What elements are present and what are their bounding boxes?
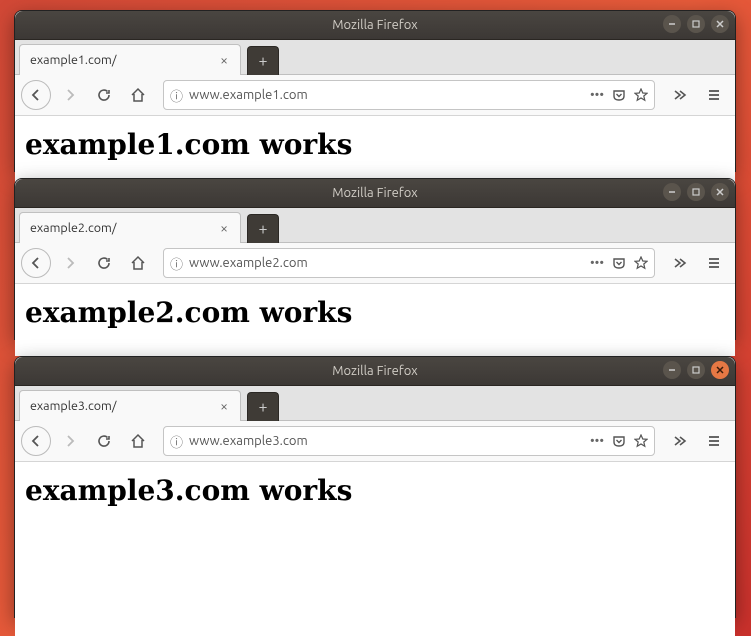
back-button[interactable] bbox=[21, 80, 51, 110]
minimize-button[interactable] bbox=[663, 361, 681, 379]
window-controls bbox=[663, 183, 729, 201]
url-text: www.example1.com bbox=[189, 88, 584, 102]
tab[interactable]: example1.com/ × bbox=[19, 44, 241, 75]
site-info-icon[interactable]: ⓘ bbox=[170, 86, 183, 105]
tab-close-icon[interactable]: × bbox=[218, 220, 230, 236]
bookmark-star-icon[interactable] bbox=[634, 434, 648, 448]
window-title: Mozilla Firefox bbox=[332, 364, 418, 378]
bookmark-star-icon[interactable] bbox=[634, 256, 648, 270]
titlebar[interactable]: Mozilla Firefox bbox=[15, 11, 735, 40]
browser-window: Mozilla Firefox example1.com/ × + ⓘ www.… bbox=[14, 10, 736, 172]
titlebar[interactable]: Mozilla Firefox bbox=[15, 357, 735, 386]
page-actions-icon[interactable]: ••• bbox=[590, 256, 604, 270]
url-text: www.example3.com bbox=[189, 434, 584, 448]
tab-close-icon[interactable]: × bbox=[218, 398, 230, 414]
page-content: example2.com works bbox=[15, 284, 735, 356]
overflow-button[interactable] bbox=[665, 80, 695, 110]
reload-button[interactable] bbox=[89, 80, 119, 110]
site-info-icon[interactable]: ⓘ bbox=[170, 432, 183, 451]
pocket-icon[interactable] bbox=[612, 256, 626, 270]
toolbar: ⓘ www.example3.com ••• bbox=[15, 421, 735, 462]
page-heading: example3.com works bbox=[25, 474, 725, 507]
overflow-button[interactable] bbox=[665, 426, 695, 456]
maximize-button[interactable] bbox=[687, 361, 705, 379]
minimize-button[interactable] bbox=[663, 183, 681, 201]
bookmark-star-icon[interactable] bbox=[634, 88, 648, 102]
new-tab-button[interactable]: + bbox=[247, 46, 279, 75]
home-button[interactable] bbox=[123, 248, 153, 278]
maximize-button[interactable] bbox=[687, 183, 705, 201]
url-text: www.example2.com bbox=[189, 256, 584, 270]
window-title: Mozilla Firefox bbox=[332, 18, 418, 32]
tab-title: example1.com/ bbox=[30, 53, 116, 67]
page-actions-icon[interactable]: ••• bbox=[590, 434, 604, 448]
back-button[interactable] bbox=[21, 426, 51, 456]
back-button[interactable] bbox=[21, 248, 51, 278]
home-button[interactable] bbox=[123, 426, 153, 456]
minimize-button[interactable] bbox=[663, 15, 681, 33]
url-bar[interactable]: ⓘ www.example2.com ••• bbox=[163, 248, 655, 278]
menu-button[interactable] bbox=[699, 80, 729, 110]
reload-button[interactable] bbox=[89, 248, 119, 278]
new-tab-button[interactable]: + bbox=[247, 392, 279, 421]
tab[interactable]: example2.com/ × bbox=[19, 212, 241, 243]
tab-title: example3.com/ bbox=[30, 399, 116, 413]
browser-window: Mozilla Firefox example2.com/ × + ⓘ www.… bbox=[14, 178, 736, 340]
page-actions-icon[interactable]: ••• bbox=[590, 88, 604, 102]
window-controls bbox=[663, 15, 729, 33]
overflow-button[interactable] bbox=[665, 248, 695, 278]
toolbar: ⓘ www.example2.com ••• bbox=[15, 243, 735, 284]
close-button[interactable] bbox=[711, 15, 729, 33]
url-bar[interactable]: ⓘ www.example1.com ••• bbox=[163, 80, 655, 110]
reload-button[interactable] bbox=[89, 426, 119, 456]
tab-strip: example2.com/ × + bbox=[15, 208, 735, 243]
page-heading: example2.com works bbox=[25, 296, 725, 329]
tab-strip: example1.com/ × + bbox=[15, 40, 735, 75]
pocket-icon[interactable] bbox=[612, 434, 626, 448]
site-info-icon[interactable]: ⓘ bbox=[170, 254, 183, 273]
close-button[interactable] bbox=[711, 183, 729, 201]
new-tab-button[interactable]: + bbox=[247, 214, 279, 243]
menu-button[interactable] bbox=[699, 426, 729, 456]
tab-strip: example3.com/ × + bbox=[15, 386, 735, 421]
window-controls bbox=[663, 361, 729, 379]
browser-window: Mozilla Firefox example3.com/ × + ⓘ www.… bbox=[14, 356, 736, 618]
forward-button[interactable] bbox=[55, 426, 85, 456]
page-content: example3.com works bbox=[15, 462, 735, 636]
forward-button[interactable] bbox=[55, 248, 85, 278]
tab[interactable]: example3.com/ × bbox=[19, 390, 241, 421]
forward-button[interactable] bbox=[55, 80, 85, 110]
close-button[interactable] bbox=[711, 361, 729, 379]
page-heading: example1.com works bbox=[25, 128, 725, 161]
titlebar[interactable]: Mozilla Firefox bbox=[15, 179, 735, 208]
pocket-icon[interactable] bbox=[612, 88, 626, 102]
tab-close-icon[interactable]: × bbox=[218, 52, 230, 68]
window-title: Mozilla Firefox bbox=[332, 186, 418, 200]
maximize-button[interactable] bbox=[687, 15, 705, 33]
url-bar[interactable]: ⓘ www.example3.com ••• bbox=[163, 426, 655, 456]
menu-button[interactable] bbox=[699, 248, 729, 278]
tab-title: example2.com/ bbox=[30, 221, 116, 235]
home-button[interactable] bbox=[123, 80, 153, 110]
toolbar: ⓘ www.example1.com ••• bbox=[15, 75, 735, 116]
